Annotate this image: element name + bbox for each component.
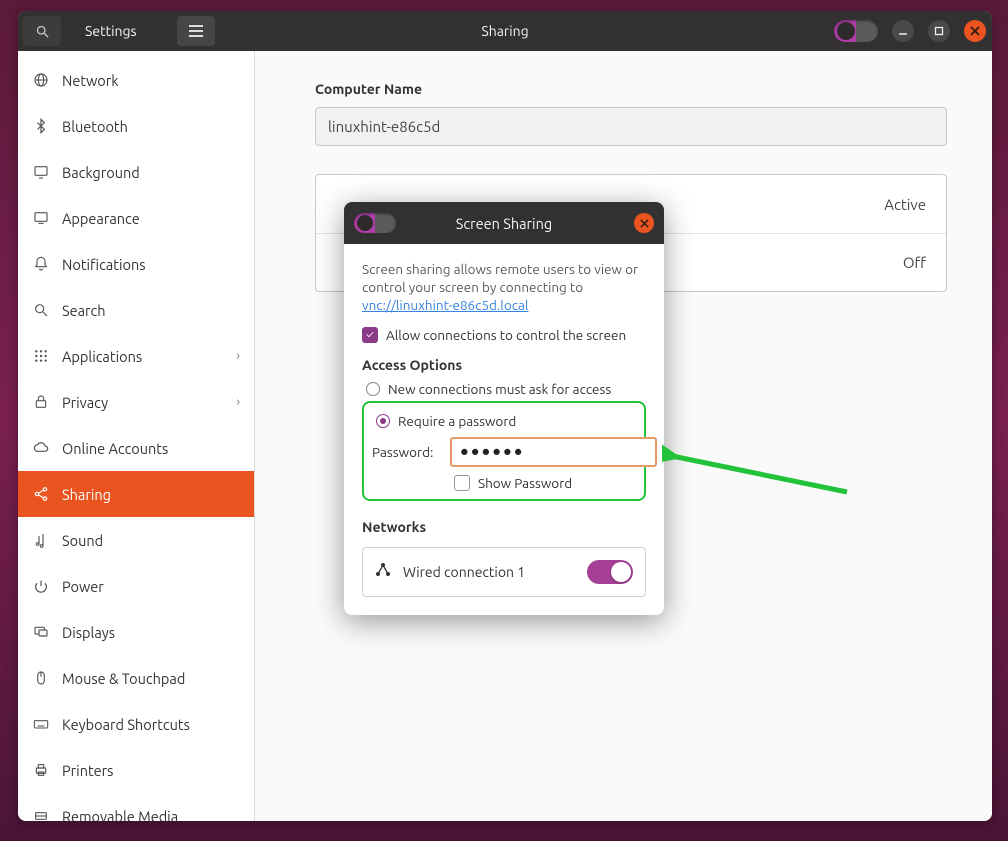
screen-sharing-dialog: Screen Sharing Screen sharing allows rem… xyxy=(344,202,664,615)
dialog-description: Screen sharing allows remote users to vi… xyxy=(362,260,646,315)
sidebar-item-label: Keyboard Shortcuts xyxy=(62,716,190,733)
sidebar-item-mouse[interactable]: Mouse & Touchpad xyxy=(18,655,254,701)
sidebar-item-bluetooth[interactable]: Bluetooth xyxy=(18,103,254,149)
computer-name-input[interactable]: linuxhint-e86c5d xyxy=(315,107,947,146)
sidebar-item-network[interactable]: Network xyxy=(18,57,254,103)
maximize-button[interactable] xyxy=(928,20,950,42)
sidebar-item-label: Applications xyxy=(62,348,142,365)
network-name: Wired connection 1 xyxy=(403,564,525,580)
sidebar-item-removable[interactable]: Removable Media xyxy=(18,793,254,821)
sidebar-item-label: Online Accounts xyxy=(62,440,168,457)
sidebar-item-label: Notifications xyxy=(62,256,146,273)
sidebar-item-label: Appearance xyxy=(62,210,140,227)
background-icon xyxy=(32,164,50,180)
show-password-checkbox[interactable] xyxy=(454,475,470,491)
sound-icon xyxy=(32,532,50,548)
dialog-close-button[interactable] xyxy=(634,213,654,233)
radio-password-label: Require a password xyxy=(398,413,516,429)
search-icon xyxy=(35,24,50,39)
sidebar-item-appearance[interactable]: Appearance xyxy=(18,195,254,241)
sidebar-item-label: Mouse & Touchpad xyxy=(62,670,185,687)
password-input[interactable] xyxy=(450,437,657,467)
sidebar-item-privacy[interactable]: Privacy › xyxy=(18,379,254,425)
radio-ask-label: New connections must ask for access xyxy=(388,381,611,397)
sidebar[interactable]: Network Bluetooth Background Appearance Noti… xyxy=(18,51,255,821)
applications-icon xyxy=(32,348,50,364)
bluetooth-icon xyxy=(32,118,50,134)
page-title: Sharing xyxy=(481,23,528,39)
sidebar-item-label: Power xyxy=(62,578,104,595)
privacy-icon xyxy=(32,394,50,410)
dialog-titlebar: Screen Sharing xyxy=(344,202,664,244)
titlebar: Settings Sharing xyxy=(18,11,992,51)
password-highlight-group: Require a password Password: Show Passwo… xyxy=(362,401,646,501)
sidebar-item-label: Background xyxy=(62,164,140,181)
screen-sharing-toggle[interactable] xyxy=(354,213,396,233)
minimize-icon xyxy=(898,26,908,36)
power-icon xyxy=(32,578,50,594)
hamburger-icon xyxy=(189,25,203,37)
sidebar-item-displays[interactable]: Displays xyxy=(18,609,254,655)
network-toggle[interactable] xyxy=(587,560,633,584)
close-icon xyxy=(640,219,649,228)
sidebar-item-label: Search xyxy=(62,302,106,319)
networks-heading: Networks xyxy=(362,519,646,535)
vnc-link[interactable]: vnc://linuxhint-e86c5d.local xyxy=(362,297,528,313)
printers-icon xyxy=(32,762,50,778)
sidebar-item-label: Network xyxy=(62,72,119,89)
network-icon xyxy=(375,562,391,581)
allow-control-checkbox[interactable] xyxy=(362,327,378,343)
sidebar-item-label: Removable Media xyxy=(62,808,178,822)
sidebar-item-printers[interactable]: Printers xyxy=(18,747,254,793)
sharing-icon xyxy=(32,486,50,502)
sidebar-item-label: Printers xyxy=(62,762,113,779)
sidebar-item-label: Privacy xyxy=(62,394,108,411)
sidebar-item-label: Sharing xyxy=(62,486,111,503)
sidebar-item-online-accounts[interactable]: Online Accounts xyxy=(18,425,254,471)
notifications-icon xyxy=(32,256,50,272)
removable-icon xyxy=(32,808,50,821)
minimize-button[interactable] xyxy=(892,20,914,42)
computer-name-label: Computer Name xyxy=(315,81,947,97)
sharing-master-toggle[interactable] xyxy=(834,20,878,42)
keyboard-icon xyxy=(32,716,50,732)
search-icon xyxy=(32,302,50,318)
allow-control-label: Allow connections to control the screen xyxy=(386,327,626,343)
sidebar-item-keyboard[interactable]: Keyboard Shortcuts xyxy=(18,701,254,747)
sidebar-item-notifications[interactable]: Notifications xyxy=(18,241,254,287)
show-password-label: Show Password xyxy=(478,475,572,491)
network-row: Wired connection 1 xyxy=(362,547,646,597)
window-controls xyxy=(834,20,986,42)
chevron-right-icon: › xyxy=(236,395,240,409)
sidebar-item-sound[interactable]: Sound xyxy=(18,517,254,563)
search-button[interactable] xyxy=(23,16,61,46)
maximize-icon xyxy=(934,26,944,36)
sidebar-item-power[interactable]: Power xyxy=(18,563,254,609)
sidebar-item-applications[interactable]: Applications › xyxy=(18,333,254,379)
sidebar-item-search[interactable]: Search xyxy=(18,287,254,333)
chevron-right-icon: › xyxy=(236,349,240,363)
sidebar-item-background[interactable]: Background xyxy=(18,149,254,195)
online-accounts-icon xyxy=(32,440,50,456)
sidebar-item-label: Sound xyxy=(62,532,103,549)
close-icon xyxy=(970,26,980,36)
close-button[interactable] xyxy=(964,20,986,42)
hamburger-button[interactable] xyxy=(177,16,215,46)
displays-icon xyxy=(32,624,50,640)
access-options-heading: Access Options xyxy=(362,357,646,373)
password-label: Password: xyxy=(372,444,442,460)
network-icon xyxy=(32,72,50,88)
sidebar-item-label: Bluetooth xyxy=(62,118,128,135)
radio-ask-access[interactable] xyxy=(366,382,380,396)
mouse-icon xyxy=(32,670,50,686)
app-title: Settings xyxy=(85,23,137,39)
radio-require-password[interactable] xyxy=(376,414,390,428)
appearance-icon xyxy=(32,210,50,226)
sidebar-item-label: Displays xyxy=(62,624,115,641)
sidebar-item-sharing[interactable]: Sharing xyxy=(18,471,254,517)
dialog-title: Screen Sharing xyxy=(456,215,552,232)
